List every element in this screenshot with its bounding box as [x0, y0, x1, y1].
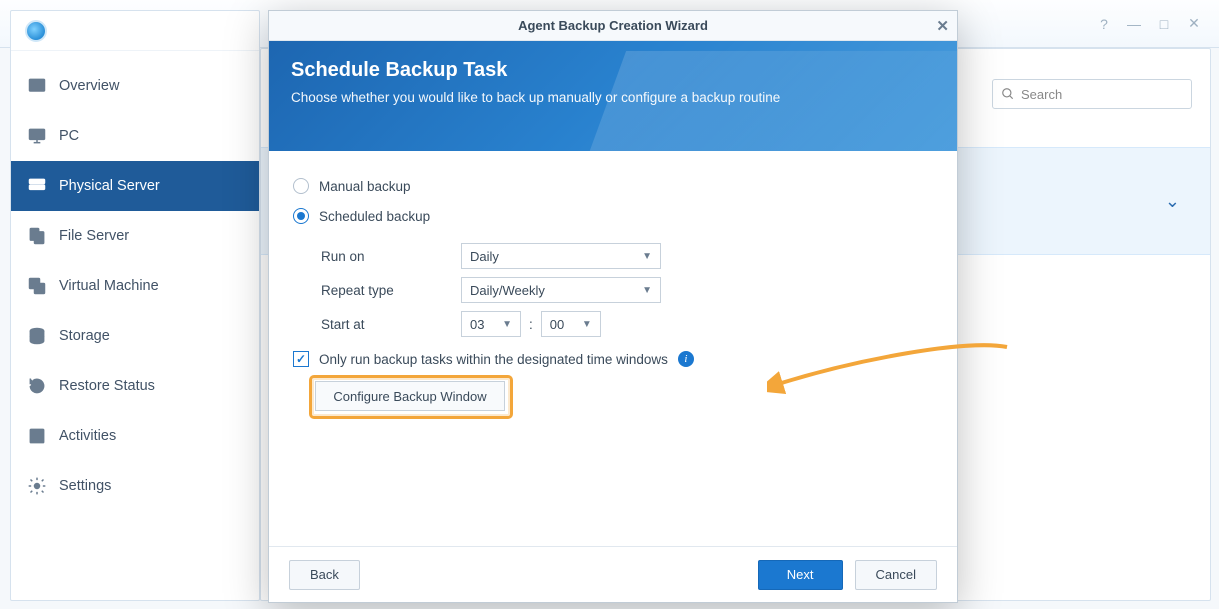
- cancel-button[interactable]: Cancel: [855, 560, 937, 590]
- dialog-title: Agent Backup Creation Wizard: [518, 18, 708, 33]
- app-logo: [11, 11, 259, 51]
- physical-server-icon: [27, 176, 47, 196]
- only-run-label: Only run backup tasks within the designa…: [319, 352, 668, 367]
- back-button[interactable]: Back: [289, 560, 360, 590]
- logo-icon: [25, 20, 47, 42]
- radio-selected-icon: [293, 208, 309, 224]
- run-on-select[interactable]: Daily ▼: [461, 243, 661, 269]
- wizard-dialog: Agent Backup Creation Wizard ✕ Schedule …: [268, 10, 958, 603]
- dialog-footer: Back Next Cancel: [269, 546, 957, 602]
- radio-label: Manual backup: [319, 179, 411, 194]
- start-at-label: Start at: [321, 317, 461, 332]
- only-run-checkbox[interactable]: [293, 351, 309, 367]
- chevron-down-icon: ▼: [582, 319, 592, 330]
- sidebar-item-settings[interactable]: Settings: [11, 461, 259, 511]
- chevron-down-icon: ▼: [642, 285, 652, 296]
- radio-scheduled-backup[interactable]: Scheduled backup: [293, 201, 933, 231]
- select-value: 00: [550, 317, 564, 332]
- radio-unselected-icon: [293, 178, 309, 194]
- close-icon[interactable]: ✕: [1187, 17, 1201, 31]
- select-value: Daily: [470, 249, 499, 264]
- sidebar-item-label: Restore Status: [59, 378, 155, 394]
- pc-icon: [27, 126, 47, 146]
- sidebar-item-label: File Server: [59, 228, 129, 244]
- time-separator: :: [529, 317, 533, 332]
- virtual-machine-icon: [27, 276, 47, 296]
- sidebar-item-file-server[interactable]: File Server: [11, 211, 259, 261]
- dialog-body: Manual backup Scheduled backup Run on Da…: [269, 151, 957, 541]
- search-input[interactable]: Search: [992, 79, 1192, 109]
- start-minute-select[interactable]: 00 ▼: [541, 311, 601, 337]
- radio-manual-backup[interactable]: Manual backup: [293, 171, 933, 201]
- run-on-label: Run on: [321, 249, 461, 264]
- dialog-close-icon[interactable]: ✕: [936, 17, 949, 35]
- chevron-down-icon: ▼: [642, 251, 652, 262]
- repeat-type-label: Repeat type: [321, 283, 461, 298]
- sidebar-item-label: Overview: [59, 78, 119, 94]
- overview-icon: [27, 76, 47, 96]
- sidebar-item-restore-status[interactable]: Restore Status: [11, 361, 259, 411]
- search-icon: [1001, 87, 1015, 101]
- sidebar-item-label: Virtual Machine: [59, 278, 159, 294]
- dialog-titlebar: Agent Backup Creation Wizard ✕: [269, 11, 957, 41]
- sidebar-item-label: Physical Server: [59, 178, 160, 194]
- sidebar-item-label: Settings: [59, 478, 111, 494]
- select-value: Daily/Weekly: [470, 283, 545, 298]
- file-server-icon: [27, 226, 47, 246]
- sidebar-item-activities[interactable]: Activities: [11, 411, 259, 461]
- select-value: 03: [470, 317, 484, 332]
- sidebar-item-virtual-machine[interactable]: Virtual Machine: [11, 261, 259, 311]
- radio-label: Scheduled backup: [319, 209, 430, 224]
- help-icon[interactable]: ?: [1097, 17, 1111, 31]
- sidebar-item-overview[interactable]: Overview: [11, 61, 259, 111]
- sidebar: Overview PC Physical Server File Server …: [10, 10, 260, 601]
- restore-icon: [27, 376, 47, 396]
- start-hour-select[interactable]: 03 ▼: [461, 311, 521, 337]
- next-button[interactable]: Next: [758, 560, 843, 590]
- sidebar-item-physical-server[interactable]: Physical Server: [11, 161, 259, 211]
- sidebar-item-label: Storage: [59, 328, 110, 344]
- gear-icon: [27, 476, 47, 496]
- sidebar-item-pc[interactable]: PC: [11, 111, 259, 161]
- repeat-type-select[interactable]: Daily/Weekly ▼: [461, 277, 661, 303]
- minimize-icon[interactable]: —: [1127, 17, 1141, 31]
- sidebar-item-storage[interactable]: Storage: [11, 311, 259, 361]
- info-icon[interactable]: i: [678, 351, 694, 367]
- sidebar-item-label: Activities: [59, 428, 116, 444]
- storage-icon: [27, 326, 47, 346]
- banner-subtitle: Choose whether you would like to back up…: [291, 90, 935, 105]
- dialog-banner: Schedule Backup Task Choose whether you …: [269, 41, 957, 151]
- search-placeholder: Search: [1021, 87, 1062, 102]
- chevron-down-icon: ⌄: [1165, 191, 1180, 212]
- activities-icon: [27, 426, 47, 446]
- banner-title: Schedule Backup Task: [291, 59, 935, 82]
- configure-backup-window-button[interactable]: Configure Backup Window: [315, 381, 505, 411]
- chevron-down-icon: ▼: [502, 319, 512, 330]
- sidebar-item-label: PC: [59, 128, 79, 144]
- maximize-icon[interactable]: □: [1157, 17, 1171, 31]
